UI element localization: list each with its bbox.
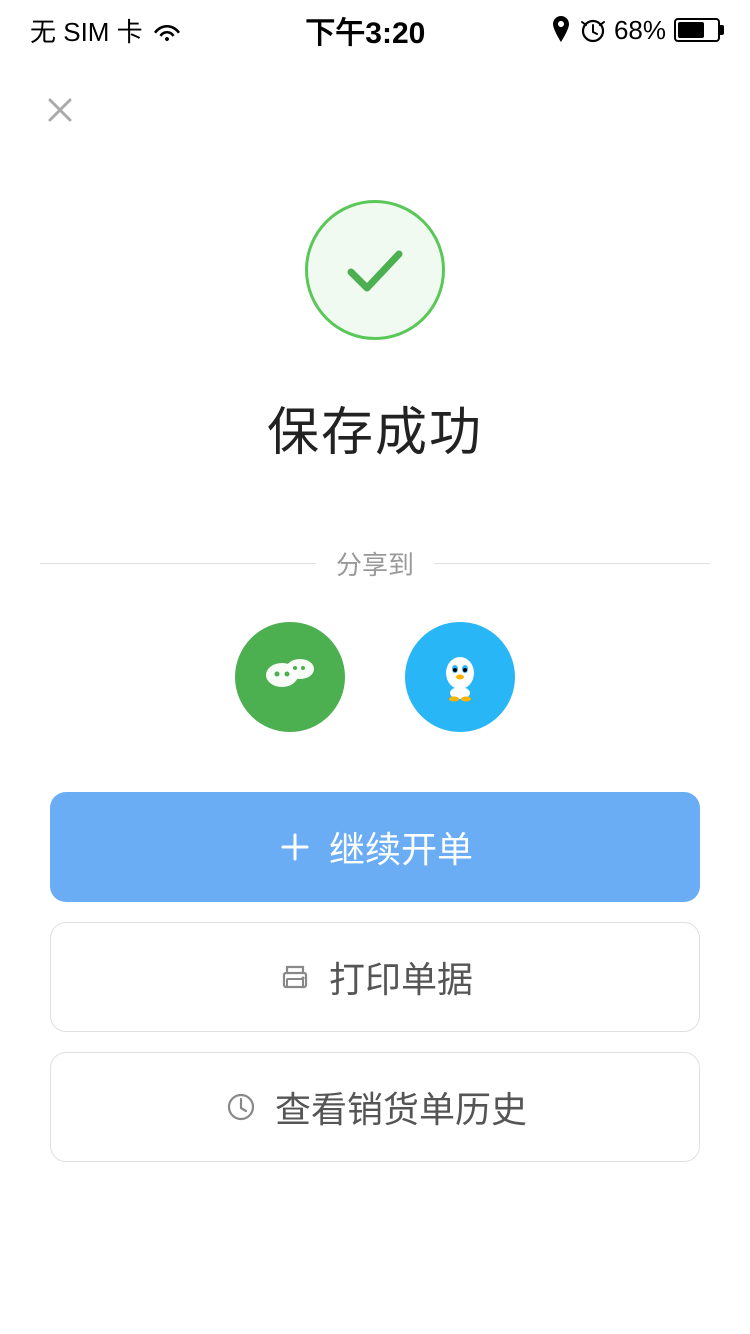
alarm-icon [580,16,606,44]
share-divider: 分享到 [40,545,710,582]
share-label: 分享到 [336,545,414,582]
print-label: 打印单据 [329,951,473,1003]
close-button[interactable] [30,80,90,140]
actions: 继续开单 打印单据 查看销货单历史 [40,792,710,1162]
carrier-text: 无 SIM 卡 [30,12,143,49]
wifi-icon [153,19,181,41]
main-content: 保存成功 分享到 [0,60,750,1162]
battery-icon [674,18,720,42]
location-icon [550,16,572,44]
continue-button[interactable]: 继续开单 [50,792,700,902]
print-button[interactable]: 打印单据 [50,922,700,1032]
battery-percentage: 68% [614,15,666,46]
plus-icon [277,829,313,865]
continue-label: 继续开单 [329,821,473,873]
clock-icon [223,1089,259,1125]
qq-share-button[interactable] [405,622,515,732]
status-carrier: 无 SIM 卡 [30,12,181,49]
success-icon-circle [305,200,445,340]
status-right: 68% [550,15,720,46]
status-time: 下午3:20 [305,8,425,52]
printer-icon [277,959,313,995]
success-area: 保存成功 [40,140,710,525]
share-icons [40,622,710,732]
status-bar: 无 SIM 卡 下午3:20 68% [0,0,750,60]
share-section: 分享到 [40,545,710,732]
wechat-share-button[interactable] [235,622,345,732]
history-label: 查看销货单历史 [275,1081,527,1133]
history-button[interactable]: 查看销货单历史 [50,1052,700,1162]
success-title: 保存成功 [267,390,483,465]
